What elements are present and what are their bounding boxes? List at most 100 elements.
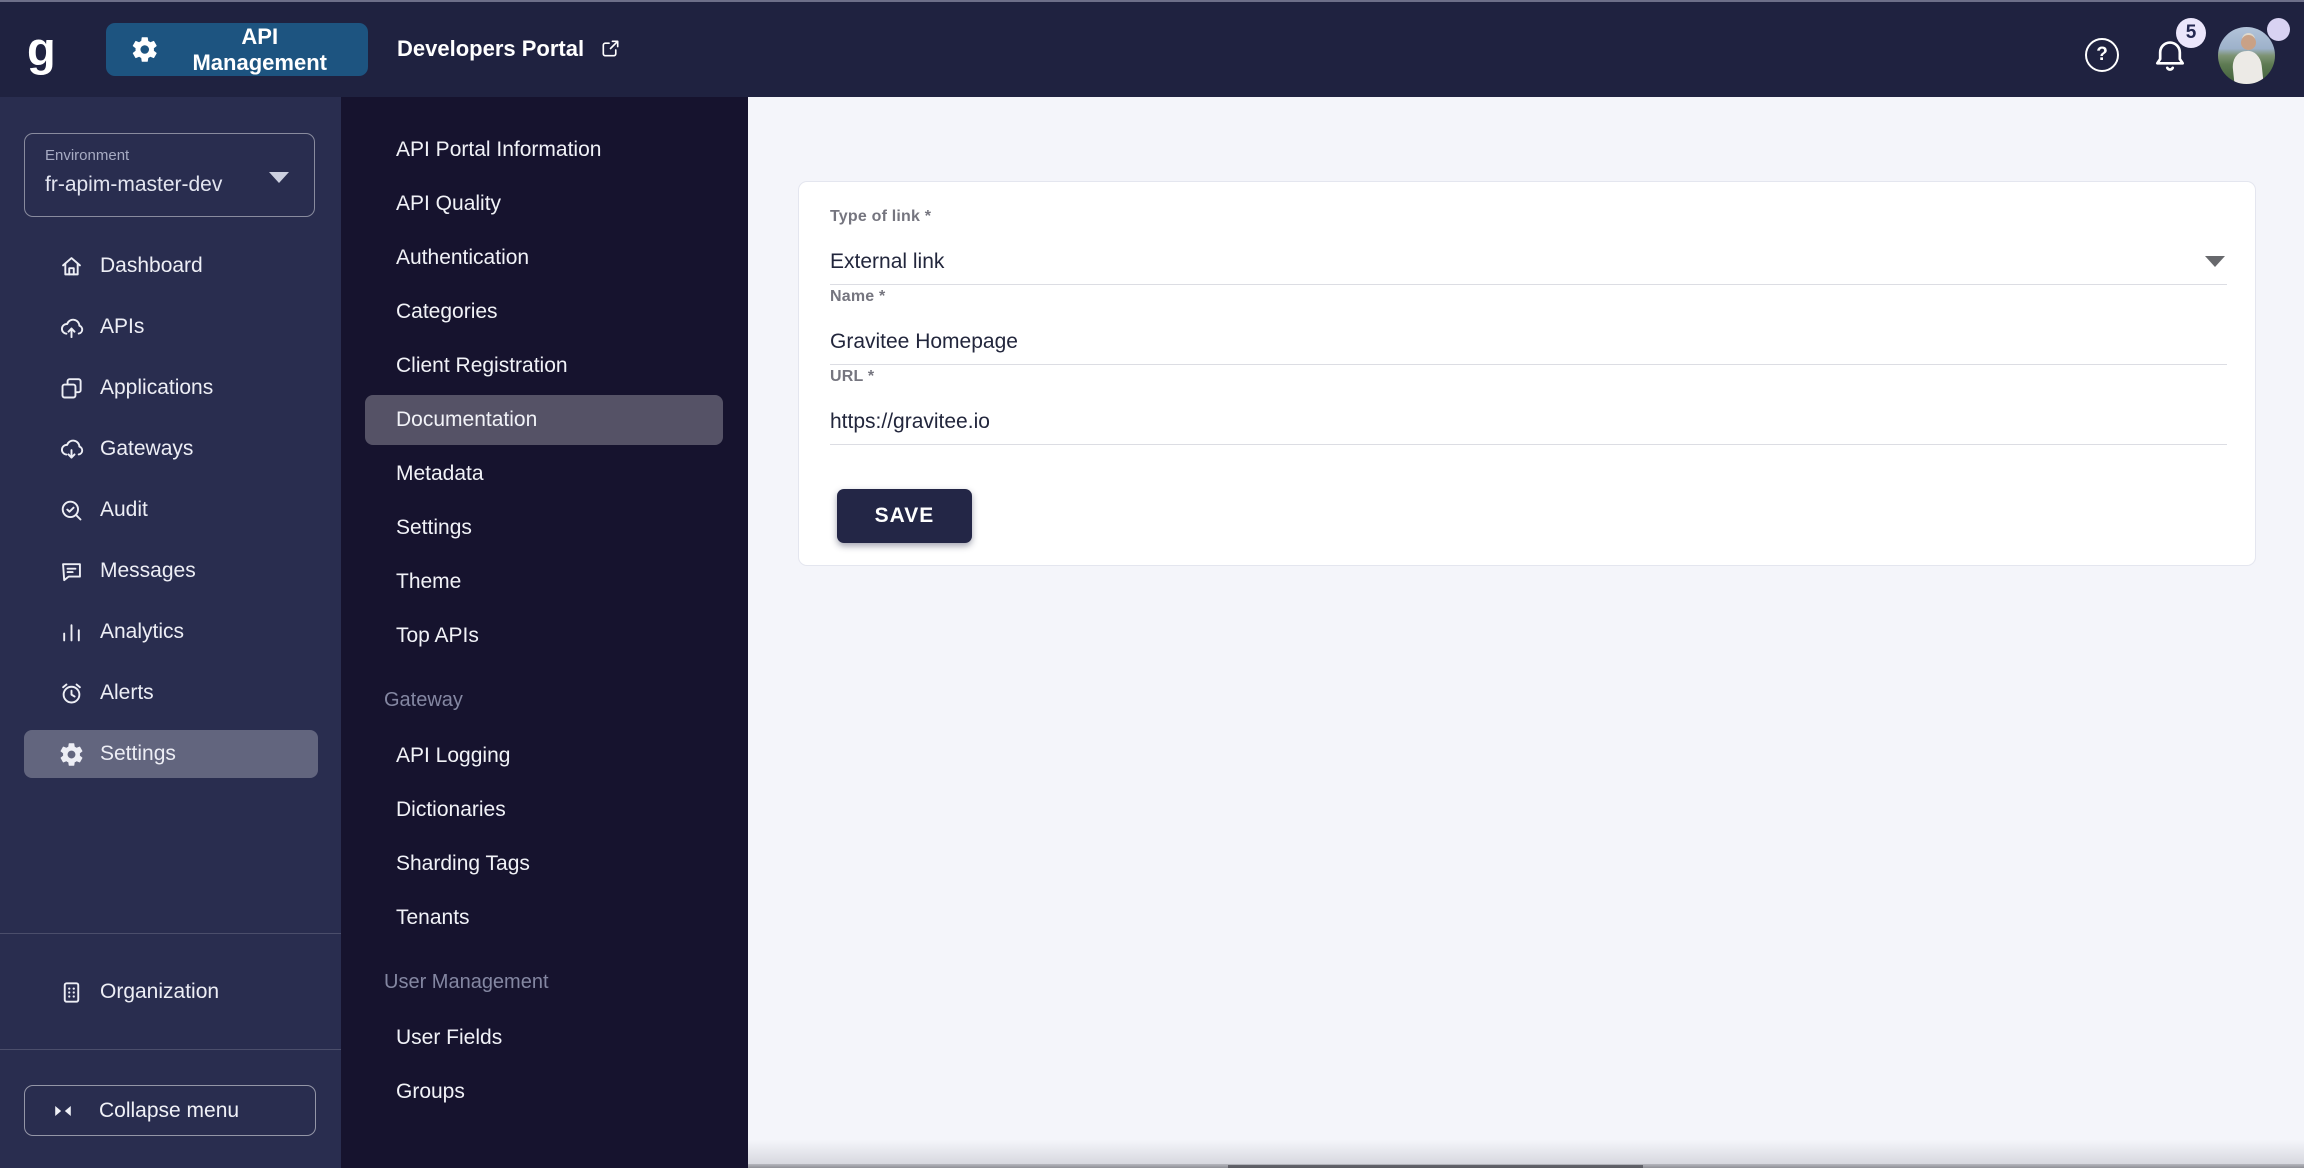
- settings-nav-item-api-logging[interactable]: API Logging: [365, 731, 723, 781]
- cloud-upload-icon: [58, 314, 85, 341]
- settings-nav-item-label: API Quality: [396, 192, 501, 216]
- collapse-menu-button[interactable]: Collapse menu: [24, 1085, 316, 1136]
- gravitee-logo[interactable]: g: [27, 0, 56, 97]
- environment-value: fr-apim-master-dev: [45, 173, 294, 197]
- sidebar-item-label: Applications: [100, 376, 213, 400]
- sidebar-item-label: Analytics: [100, 620, 184, 644]
- settings-nav-item-label: Client Registration: [396, 354, 568, 378]
- developers-portal-label: Developers Portal: [397, 36, 584, 62]
- main-content: Type of link * External link Name * Gravite…: [748, 97, 2304, 1168]
- settings-nav-item-groups[interactable]: Groups: [365, 1067, 723, 1117]
- primary-sidebar: Environment fr-apim-master-dev Dashboard…: [0, 97, 341, 1168]
- status-dot: [2267, 18, 2290, 41]
- sidebar-item-label: Alerts: [100, 681, 154, 705]
- settings-nav-item-tenants[interactable]: Tenants: [365, 893, 723, 943]
- settings-nav-item-dictionaries[interactable]: Dictionaries: [365, 785, 723, 835]
- sidebar-item-label: Messages: [100, 559, 196, 583]
- settings-sidebar: API Portal Information API Quality Authent…: [341, 97, 748, 1168]
- sidebar-item-label: Dashboard: [100, 254, 203, 278]
- sidebar-item-label: Settings: [100, 742, 176, 766]
- sidebar-item-apis[interactable]: APIs: [24, 303, 318, 351]
- sidebar-item-gateways[interactable]: Gateways: [24, 425, 318, 473]
- app-root: g API Management Developers Portal 5 Env…: [0, 0, 2304, 1168]
- sidebar-item-analytics[interactable]: Analytics: [24, 608, 318, 656]
- settings-nav-item-theme[interactable]: Theme: [365, 557, 723, 607]
- api-management-button[interactable]: API Management: [106, 23, 368, 76]
- applications-icon: [58, 375, 85, 402]
- sidebar-item-alerts[interactable]: Alerts: [24, 669, 318, 717]
- settings-nav-item-api-quality[interactable]: API Quality: [365, 179, 723, 229]
- analytics-icon: [58, 619, 85, 646]
- settings-nav-item-label: Top APIs: [396, 624, 479, 648]
- home-icon: [58, 253, 85, 280]
- save-button[interactable]: SAVE: [837, 489, 972, 543]
- settings-nav-item-label: Authentication: [396, 246, 529, 270]
- settings-nav-item-label: Settings: [396, 516, 472, 540]
- header-bar: g API Management Developers Portal 5: [0, 0, 2304, 97]
- settings-nav-item-categories[interactable]: Categories: [365, 287, 723, 337]
- settings-nav-item-label: Tenants: [396, 906, 470, 930]
- select-caret-icon: [2205, 256, 2225, 267]
- field-underline: [830, 364, 2227, 365]
- settings-nav-item-settings[interactable]: Settings: [365, 503, 723, 553]
- field-type-of-link[interactable]: External link: [830, 251, 2227, 273]
- settings-nav-item-authentication[interactable]: Authentication: [365, 233, 723, 283]
- sidebar-item-applications[interactable]: Applications: [24, 364, 318, 412]
- settings-nav-item-label: API Logging: [396, 744, 510, 768]
- cog-icon: [130, 34, 159, 65]
- settings-nav-item-documentation[interactable]: Documentation: [365, 395, 723, 445]
- sidebar-divider: [0, 1049, 341, 1050]
- field-name[interactable]: Gravitee Homepage: [830, 331, 2227, 353]
- external-link-icon: [599, 37, 622, 60]
- field-label-name: Name *: [830, 289, 2227, 305]
- settings-nav-item-label: User Fields: [396, 1026, 502, 1050]
- settings-nav-item-label: API Portal Information: [396, 138, 601, 162]
- field-url[interactable]: https://gravitee.io: [830, 411, 2227, 433]
- settings-nav-item-metadata[interactable]: Metadata: [365, 449, 723, 499]
- field-value: Gravitee Homepage: [830, 330, 1018, 353]
- settings-nav-item-client-registration[interactable]: Client Registration: [365, 341, 723, 391]
- form-fields: Type of link * External link Name * Gravite…: [830, 209, 2227, 445]
- settings-nav-item-api-portal-information[interactable]: API Portal Information: [365, 125, 723, 175]
- collapse-menu-label: Collapse menu: [99, 1099, 239, 1123]
- chevron-down-icon: [269, 172, 289, 183]
- settings-nav-item-label: Sharding Tags: [396, 852, 530, 876]
- notification-badge: 5: [2176, 18, 2206, 48]
- organization-icon: [58, 979, 85, 1006]
- developers-portal-link[interactable]: Developers Portal: [397, 0, 622, 97]
- sidebar-item-settings[interactable]: Settings: [24, 730, 318, 778]
- sidebar-item-audit[interactable]: Audit: [24, 486, 318, 534]
- gear-icon: [58, 741, 85, 768]
- environment-select[interactable]: Environment fr-apim-master-dev: [24, 133, 315, 217]
- sidebar-item-organization[interactable]: Organization: [24, 968, 318, 1016]
- audit-search-icon: [58, 497, 85, 524]
- user-avatar[interactable]: [2218, 27, 2275, 84]
- bottom-fade: [748, 1140, 2304, 1164]
- field-value: External link: [830, 250, 944, 273]
- sidebar-item-label: APIs: [100, 315, 144, 339]
- settings-section-heading-gateway: Gateway: [341, 673, 748, 727]
- api-management-label: API Management: [175, 24, 344, 76]
- sidebar-item-messages[interactable]: Messages: [24, 547, 318, 595]
- collapse-icon: [52, 1100, 74, 1122]
- settings-nav: API Portal Information API Quality Authent…: [341, 97, 748, 1117]
- settings-nav-item-label: Documentation: [396, 408, 537, 432]
- settings-nav-item-label: Groups: [396, 1080, 465, 1104]
- help-icon[interactable]: [2085, 38, 2119, 72]
- settings-nav-item-top-apis[interactable]: Top APIs: [365, 611, 723, 661]
- cloud-download-icon: [58, 436, 85, 463]
- field-underline: [830, 284, 2227, 285]
- settings-nav-item-label: Categories: [396, 300, 498, 324]
- settings-section-heading-user-management: User Management: [341, 955, 748, 1009]
- field-label-url: URL *: [830, 369, 2227, 385]
- field-label-type-of-link: Type of link *: [830, 209, 2227, 225]
- message-icon: [58, 558, 85, 585]
- settings-nav-item-user-fields[interactable]: User Fields: [365, 1013, 723, 1063]
- sidebar-item-dashboard[interactable]: Dashboard: [24, 242, 318, 290]
- organization-label: Organization: [100, 980, 219, 1004]
- bottom-edge-strip: [748, 1164, 2304, 1168]
- alarm-icon: [58, 680, 85, 707]
- main-nav: Dashboard APIs Applications Gateways Audit Me…: [24, 242, 318, 791]
- environment-label: Environment: [45, 147, 294, 164]
- settings-nav-item-sharding-tags[interactable]: Sharding Tags: [365, 839, 723, 889]
